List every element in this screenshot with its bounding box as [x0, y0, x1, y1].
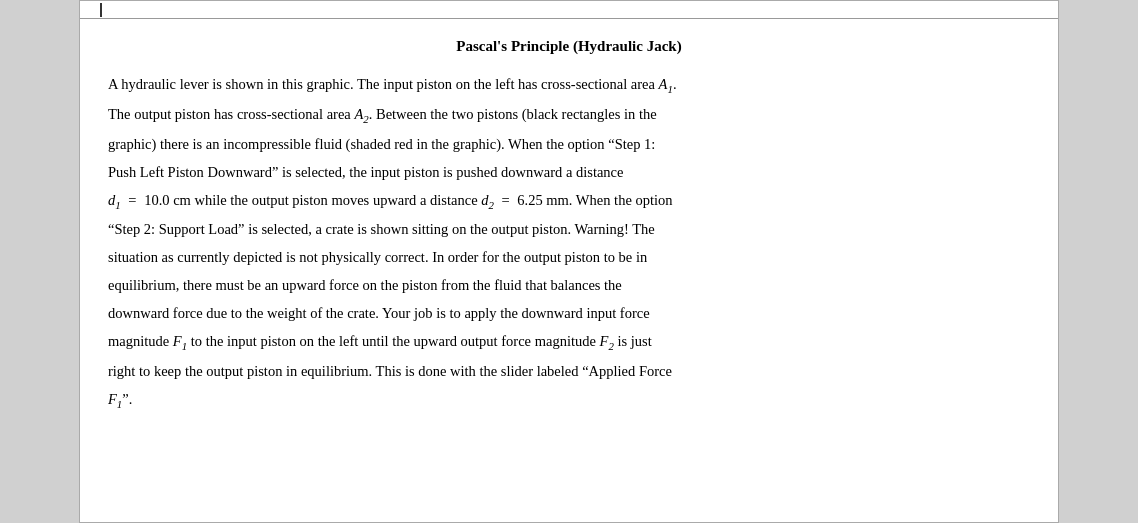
para10-mid: to the input piston on the left until th… — [187, 333, 599, 349]
title-area: Pascal's Principle (Hydraulic Jack) — [80, 19, 1058, 65]
para12-end: ”. — [122, 391, 132, 407]
para5-val2: 6.25 mm. When the option — [517, 192, 672, 208]
para10-end: is just — [614, 333, 652, 349]
para1-period: . — [673, 76, 677, 92]
paragraph-9: downward force due to the weight of the … — [108, 302, 1030, 326]
paragraph-5: d1 = 10.0 cm while the output piston mov… — [108, 189, 1030, 215]
para8-text: equilibrium, there must be an upward for… — [108, 277, 622, 293]
para2-end: . Between the two pistons (black rectang… — [369, 106, 657, 122]
paragraph-7: situation as currently depicted is not p… — [108, 246, 1030, 270]
para6-text: “Step 2: Support Load” is selected, a cr… — [108, 221, 655, 237]
paragraph-1: A hydraulic lever is shown in this graph… — [108, 73, 1030, 99]
para10-start: magnitude — [108, 333, 173, 349]
paragraph-12: F1”. — [108, 388, 1030, 414]
para5-eq1: = — [121, 192, 144, 208]
para1-text: A hydraulic lever is shown in this graph… — [108, 76, 659, 92]
para11-text: right to keep the output piston in equil… — [108, 363, 672, 379]
page-container: Pascal's Principle (Hydraulic Jack) A hy… — [0, 0, 1138, 523]
paragraph-8: equilibrium, there must be an upward for… — [108, 274, 1030, 298]
para7-text: situation as currently depicted is not p… — [108, 249, 647, 265]
cursor — [100, 3, 102, 17]
paragraph-2: The output piston has cross-sectional ar… — [108, 103, 1030, 129]
para5-sub1: 1 — [115, 198, 120, 210]
paragraph-11: right to keep the output piston in equil… — [108, 360, 1030, 384]
paragraph-10: magnitude F1 to the input piston on the … — [108, 330, 1030, 356]
page-title: Pascal's Principle (Hydraulic Jack) — [456, 38, 681, 54]
para2-var-A2: A — [354, 106, 363, 122]
para5-val1: 10.0 cm while the output piston moves up… — [144, 192, 481, 208]
top-bar — [80, 1, 1058, 19]
paragraph-4: Push Left Piston Downward” is selected, … — [108, 161, 1030, 185]
paragraph-6: “Step 2: Support Load” is selected, a cr… — [108, 218, 1030, 242]
para5-eq2: = — [494, 192, 517, 208]
para3-text: graphic) there is an incompressible flui… — [108, 136, 655, 152]
content-box: Pascal's Principle (Hydraulic Jack) A hy… — [79, 0, 1059, 523]
paragraph-3: graphic) there is an incompressible flui… — [108, 133, 1030, 157]
para4-text: Push Left Piston Downward” is selected, … — [108, 164, 623, 180]
para10-F1: F — [173, 333, 182, 349]
para2-start: The output piston has cross-sectional ar… — [108, 106, 354, 122]
para9-text: downward force due to the weight of the … — [108, 305, 650, 321]
body-content: A hydraulic lever is shown in this graph… — [80, 65, 1058, 438]
para12-F1: F — [108, 391, 117, 407]
